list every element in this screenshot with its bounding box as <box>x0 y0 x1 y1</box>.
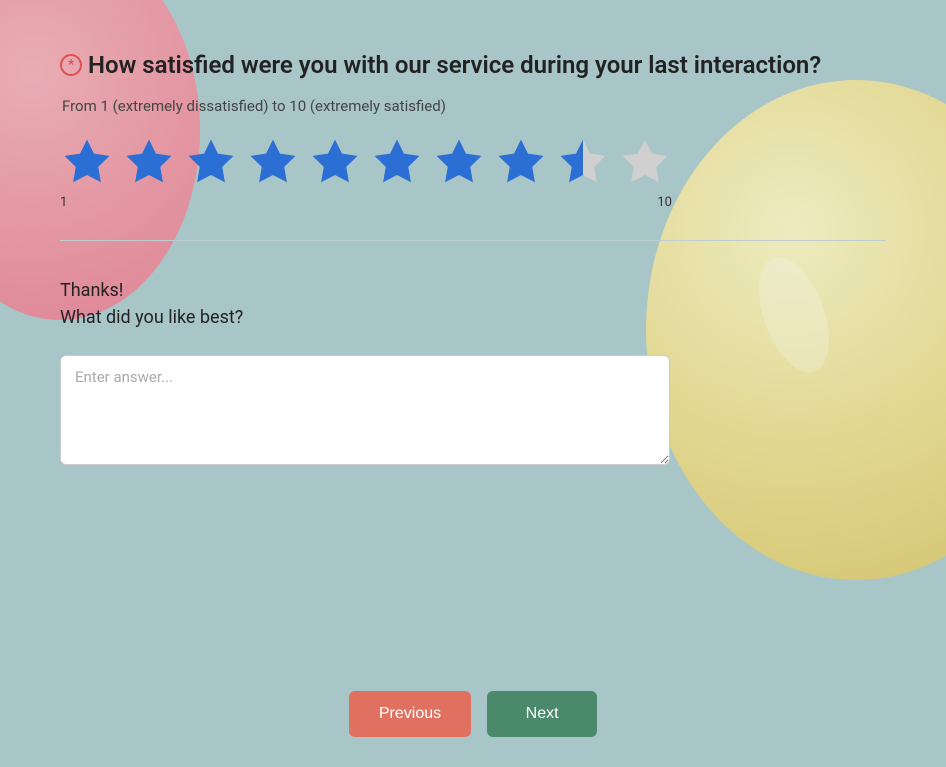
scale-min-label: 1 <box>60 195 67 210</box>
star-8[interactable] <box>494 135 548 189</box>
question-text: How satisfied were you with our service … <box>88 50 821 81</box>
star-10[interactable] <box>618 135 672 189</box>
star-3[interactable] <box>184 135 238 189</box>
star-1[interactable] <box>60 135 114 189</box>
required-asterisk: * <box>60 54 82 76</box>
previous-button[interactable]: Previous <box>349 691 471 737</box>
star-2[interactable] <box>122 135 176 189</box>
scale-hint: From 1 (extremely dissatisfied) to 10 (e… <box>62 97 886 115</box>
star-9[interactable] <box>556 135 610 189</box>
navigation-buttons: Previous Next <box>0 691 946 737</box>
stars-rating[interactable] <box>60 135 886 189</box>
question-header: * How satisfied were you with our servic… <box>60 50 886 81</box>
star-6[interactable] <box>370 135 424 189</box>
scale-max-label: 10 <box>657 195 672 210</box>
followup-line2: What did you like best? <box>60 304 886 331</box>
scale-labels: 1 10 <box>60 195 672 210</box>
section-divider <box>60 240 886 241</box>
followup-line1: Thanks! <box>60 277 886 304</box>
star-4[interactable] <box>246 135 300 189</box>
answer-textarea[interactable] <box>60 355 670 465</box>
star-7[interactable] <box>432 135 486 189</box>
followup-section: Thanks! What did you like best? <box>60 277 886 331</box>
next-button[interactable]: Next <box>487 691 597 737</box>
star-5[interactable] <box>308 135 362 189</box>
